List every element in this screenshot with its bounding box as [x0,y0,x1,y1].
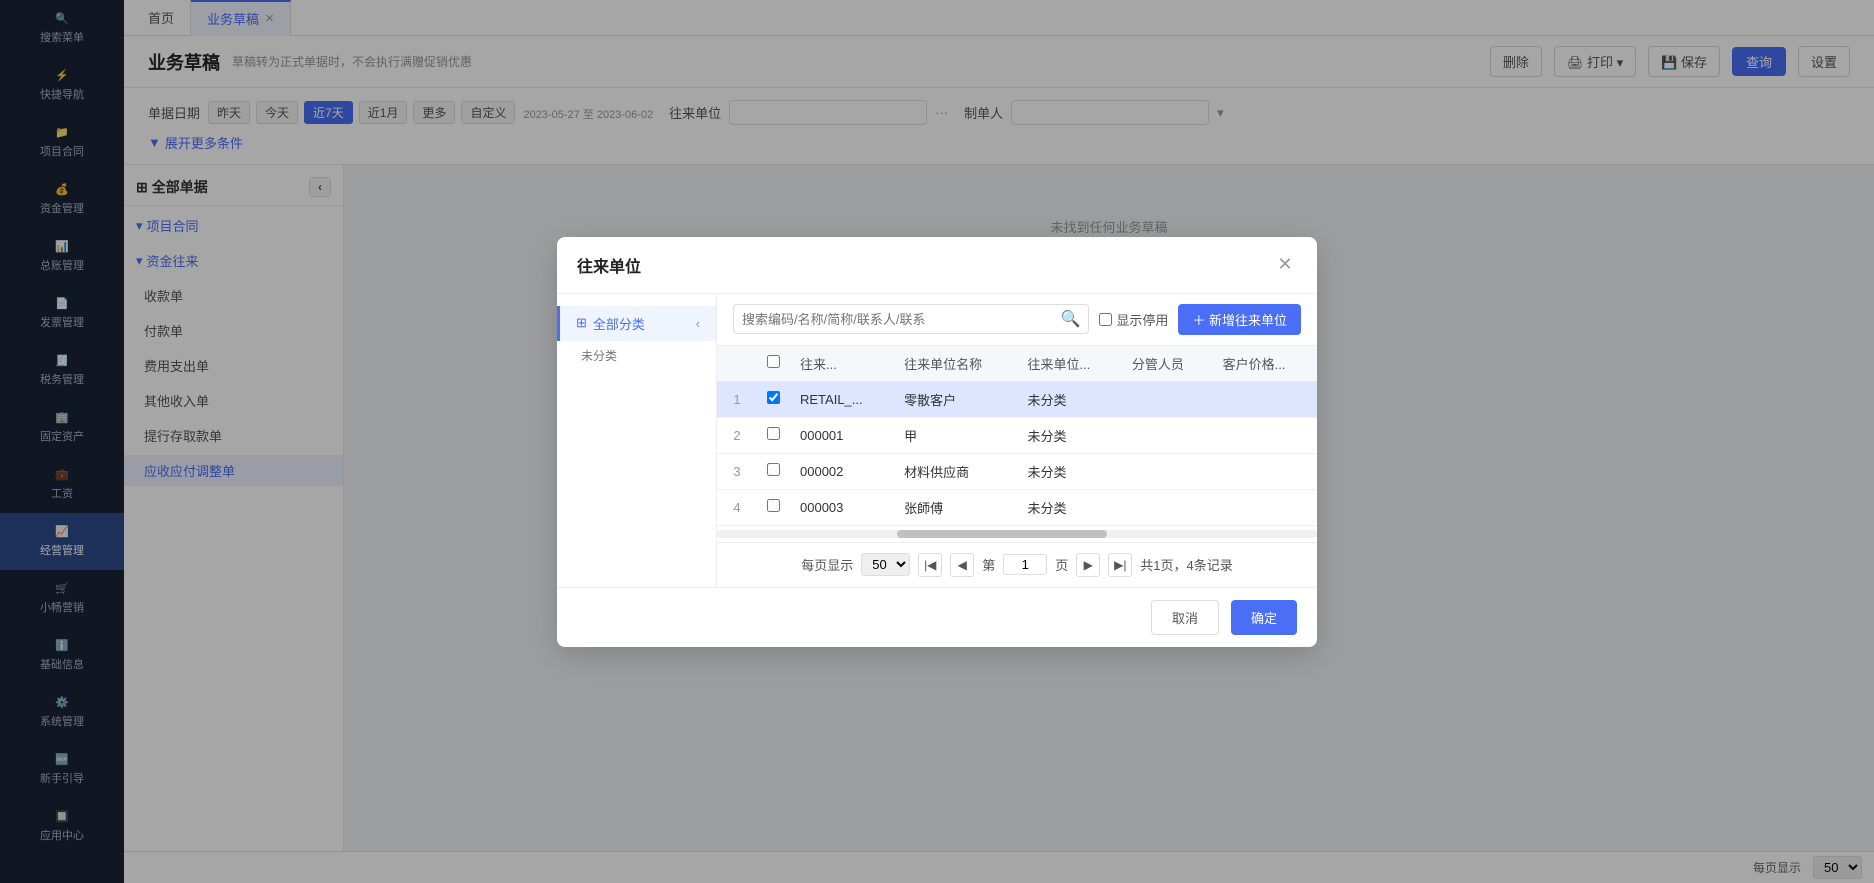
col-code-header: 往来... [790,346,894,382]
row-name: 材料供应商 [894,453,1017,489]
show-disabled-label[interactable]: 显示停用 [1099,310,1168,329]
category-unclassified[interactable]: 未分类 [557,341,716,370]
horizontal-scrollbar[interactable] [717,530,1317,538]
pagination: 每页显示 50 |◀ ◀ 第 页 ▶ ▶| 共1页，4条记录 [733,553,1301,577]
row-price [1213,417,1317,453]
row-check[interactable] [757,417,790,453]
row-category: 未分类 [1018,453,1122,489]
modal-overlay: 往来单位 ✕ ⊞ 全部分类 ‹ 未分类 [0,0,1874,883]
row-category: 未分类 [1018,417,1122,453]
row-category: 未分类 [1018,489,1122,525]
dialog-toolbar: 🔍 显示停用 ＋ 新增往来单位 [717,294,1317,346]
search-icon-2: 🔍 [1060,309,1080,329]
col-name-header: 往来单位名称 [894,346,1017,382]
table-header-row: 往来... 往来单位名称 往来单位... 分管人员 客户价格... [717,346,1317,382]
partner-table: 往来... 往来单位名称 往来单位... 分管人员 客户价格... 1 [717,346,1317,526]
dialog-right-panel: 🔍 显示停用 ＋ 新增往来单位 [717,294,1317,587]
row-assignee [1122,453,1213,489]
grid-icon-2: ⊞ [576,315,587,331]
page-label: 第 [982,555,995,574]
table-row[interactable]: 2 000001 甲 未分类 [717,417,1317,453]
table-row[interactable]: 3 000002 材料供应商 未分类 [717,453,1317,489]
table-row[interactable]: 4 000003 张師傅 未分类 [717,489,1317,525]
row-index: 2 [717,417,757,453]
partner-dialog: 往来单位 ✕ ⊞ 全部分类 ‹ 未分类 [557,237,1317,647]
dialog-body: ⊞ 全部分类 ‹ 未分类 🔍 显示停 [557,294,1317,587]
row-check[interactable] [757,489,790,525]
confirm-button[interactable]: 确定 [1231,600,1297,635]
row-check[interactable] [757,381,790,417]
scrollbar-thumb[interactable] [897,530,1107,538]
row-price [1213,489,1317,525]
per-page-select[interactable]: 50 [861,553,910,576]
dialog-title: 往来单位 [577,253,641,277]
col-index [717,346,757,382]
dialog-header: 往来单位 ✕ [557,237,1317,294]
col-price-header: 客户价格... [1213,346,1317,382]
row-assignee [1122,417,1213,453]
dialog-footer: 每页显示 50 |◀ ◀ 第 页 ▶ ▶| 共1页，4条记录 [717,542,1317,587]
partner-table-body: 1 RETAIL_... 零散客户 未分类 2 [717,381,1317,525]
collapse-category-icon[interactable]: ‹ [696,316,700,331]
table-row[interactable]: 1 RETAIL_... 零散客户 未分类 [717,381,1317,417]
row-price [1213,381,1317,417]
row-price [1213,453,1317,489]
row-category: 未分类 [1018,381,1122,417]
next-page-button[interactable]: ▶ [1076,553,1100,577]
row-index: 3 [717,453,757,489]
col-check [757,346,790,382]
page-unit: 页 [1055,555,1068,574]
dialog-actions: 取消 确定 [557,587,1317,647]
row-name: 零散客户 [894,381,1017,417]
select-all-checkbox[interactable] [767,355,780,368]
row-assignee [1122,489,1213,525]
dialog-category-panel: ⊞ 全部分类 ‹ 未分类 [557,294,717,587]
row-check[interactable] [757,453,790,489]
row-code: 000002 [790,453,894,489]
row-code: RETAIL_... [790,381,894,417]
add-partner-button[interactable]: ＋ 新增往来单位 [1178,304,1301,335]
total-info: 共1页，4条记录 [1140,555,1232,574]
first-page-button[interactable]: |◀ [918,553,942,577]
category-all[interactable]: ⊞ 全部分类 ‹ [557,306,716,341]
col-category-header: 往来单位... [1018,346,1122,382]
dialog-search-input[interactable] [742,312,1054,327]
dialog-close-button[interactable]: ✕ [1273,253,1297,277]
show-disabled-checkbox[interactable] [1099,313,1112,326]
per-page-label: 每页显示 [801,555,853,574]
row-code: 000001 [790,417,894,453]
row-index: 4 [717,489,757,525]
prev-page-button[interactable]: ◀ [950,553,974,577]
last-page-button[interactable]: ▶| [1108,553,1132,577]
row-name: 甲 [894,417,1017,453]
row-assignee [1122,381,1213,417]
page-number-input[interactable] [1003,554,1047,575]
row-index: 1 [717,381,757,417]
row-name: 张師傅 [894,489,1017,525]
cancel-button[interactable]: 取消 [1151,600,1219,635]
dialog-table: 往来... 往来单位名称 往来单位... 分管人员 客户价格... 1 [717,346,1317,526]
col-assignee-header: 分管人员 [1122,346,1213,382]
dialog-search-box: 🔍 [733,304,1089,334]
row-code: 000003 [790,489,894,525]
